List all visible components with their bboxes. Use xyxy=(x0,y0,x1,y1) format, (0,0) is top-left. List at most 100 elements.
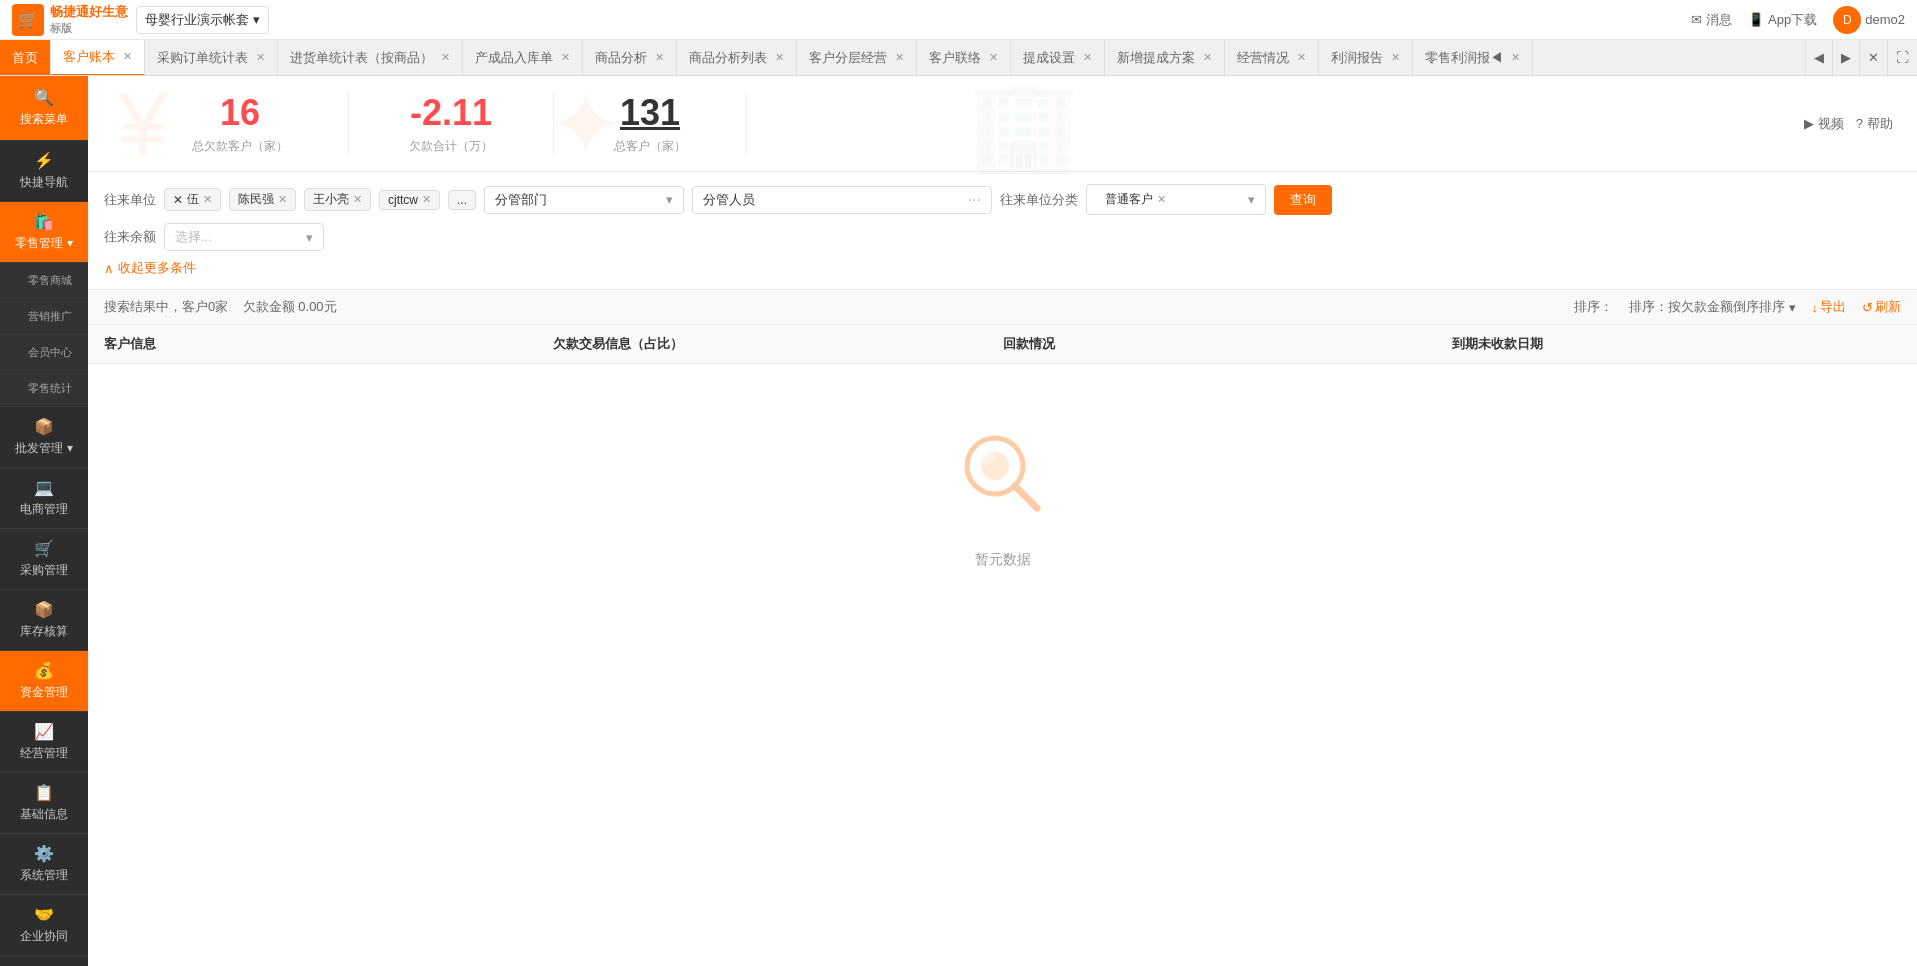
close-icon[interactable]: ✕ xyxy=(441,51,450,64)
stat-total-customers-value: 131 xyxy=(620,92,680,134)
close-icon[interactable]: ✕ xyxy=(1391,51,1400,64)
balance-filter[interactable]: 选择... ▾ xyxy=(164,223,324,251)
tab-scroll-left[interactable]: ◀ xyxy=(1805,40,1832,76)
query-button[interactable]: 查询 xyxy=(1274,185,1332,215)
close-icon[interactable]: ✕ xyxy=(655,51,664,64)
app-download-button[interactable]: 📱 App下载 xyxy=(1748,11,1817,29)
tab-scroll-right[interactable]: ▶ xyxy=(1832,40,1859,76)
sidebar-item-purchase[interactable]: 🛒 采购管理 xyxy=(0,529,88,590)
tab-profit-report[interactable]: 利润报告 ✕ xyxy=(1319,40,1413,76)
tab-customer-contact[interactable]: 客户联络 ✕ xyxy=(917,40,1011,76)
tab-nav-actions: ◀ ▶ ✕ ⛶ xyxy=(1805,40,1917,76)
tab-product-inbound[interactable]: 产成品入库单 ✕ xyxy=(463,40,583,76)
unit-filter-label: 往来单位 xyxy=(104,191,156,209)
user-avatar[interactable]: D demo2 xyxy=(1833,6,1905,34)
empty-state: 暂元数据 xyxy=(88,364,1917,629)
tab-customer-ledger[interactable]: 客户账本 ✕ xyxy=(51,40,145,76)
filter-tag-chen-label: 陈民强 xyxy=(238,191,274,208)
sidebar-item-newbie[interactable]: 🎯 新手引导 xyxy=(0,956,88,966)
unit-class-label: 往来单位分类 xyxy=(1000,191,1078,209)
sidebar-item-marketing[interactable]: 营销推广 xyxy=(0,299,88,335)
chevron-down-icon-2: ▾ xyxy=(1248,192,1255,207)
stat-debt-total-value: -2.11 xyxy=(410,92,492,134)
unit-class-filter[interactable]: 普通客户 ✕ ▾ xyxy=(1086,184,1266,215)
close-icon[interactable]: ✕ xyxy=(1511,51,1520,64)
quicknav-icon: ⚡ xyxy=(4,151,84,170)
account-dropdown[interactable]: 母婴行业演示帐套 ▾ xyxy=(136,6,269,34)
collapse-button[interactable]: ∧ 收起更多条件 xyxy=(104,259,1901,277)
filter-tag-more[interactable]: ... xyxy=(448,190,476,210)
help-button[interactable]: ? 帮助 xyxy=(1856,115,1893,133)
sidebar-item-quicknav[interactable]: ⚡ 快捷导航 xyxy=(0,141,88,202)
tab-commission-settings[interactable]: 提成设置 ✕ xyxy=(1011,40,1105,76)
top-bar-left: 🛒 畅捷通好生意 标版 母婴行业演示帐套 ▾ xyxy=(12,3,269,36)
sidebar-item-ecommerce[interactable]: 💻 电商管理 xyxy=(0,468,88,529)
sidebar-item-retail[interactable]: 🛍️ 零售管理 ▾ xyxy=(0,202,88,263)
sidebar-item-search[interactable]: 🔍 搜索菜单 xyxy=(0,76,88,141)
refresh-button[interactable]: ↺ 刷新 xyxy=(1862,298,1901,316)
sidebar-item-retail-stats[interactable]: 零售统计 xyxy=(0,371,88,407)
close-icon[interactable]: ✕ xyxy=(123,50,132,63)
tab-operations[interactable]: 经营情况 ✕ xyxy=(1225,40,1319,76)
close-icon[interactable]: ✕ xyxy=(1203,51,1212,64)
chevron-down-icon-4: ▾ xyxy=(1789,300,1796,315)
tag-close-chen-btn[interactable]: ✕ xyxy=(278,193,287,206)
empty-icon xyxy=(953,424,1053,543)
tab-close-all[interactable]: ✕ xyxy=(1859,40,1887,76)
tab-home[interactable]: 首页 xyxy=(0,40,51,76)
close-icon[interactable]: ✕ xyxy=(775,51,784,64)
video-button[interactable]: ▶ 视频 xyxy=(1804,115,1844,133)
close-icon[interactable]: ✕ xyxy=(1083,51,1092,64)
filter-tag-wang: 王小亮 ✕ xyxy=(304,188,371,211)
person-filter-dots: ··· xyxy=(968,191,981,209)
sidebar-collab-label: 企业协同 xyxy=(20,929,68,943)
sidebar-item-retail-shop[interactable]: 零售商城 xyxy=(0,263,88,299)
sidebar-item-wholesale[interactable]: 📦 批发管理 ▾ xyxy=(0,407,88,468)
tag-close-cjttcw-btn[interactable]: ✕ xyxy=(422,193,431,206)
sidebar-item-operations[interactable]: 📈 经营管理 xyxy=(0,712,88,773)
tab-purchase-order[interactable]: 采购订单统计表 ✕ xyxy=(145,40,278,76)
svg-line-1 xyxy=(1015,486,1037,508)
search-results-bar: 搜索结果中，客户0家 欠款金额 0.00元 排序： 排序：按欠款金额倒序排序 ▾… xyxy=(88,290,1917,325)
sort-button[interactable]: 排序：按欠款金额倒序排序 ▾ xyxy=(1629,298,1796,316)
col-header-customer: 客户信息 xyxy=(104,335,553,353)
tab-goods-analysis[interactable]: 商品分析 ✕ xyxy=(583,40,677,76)
close-icon[interactable]: ✕ xyxy=(1297,51,1306,64)
export-button[interactable]: ↓ 导出 xyxy=(1812,298,1847,316)
bg-icon-2: ✦ xyxy=(548,76,623,176)
sidebar-item-system[interactable]: ⚙️ 系统管理 xyxy=(0,834,88,895)
tab-customer-tier[interactable]: 客户分层经营 ✕ xyxy=(797,40,917,76)
message-button[interactable]: ✉ 消息 xyxy=(1691,11,1732,29)
sidebar-item-finance[interactable]: 💰 资金管理 xyxy=(0,651,88,712)
sidebar: 🔍 搜索菜单 ⚡ 快捷导航 🛍️ 零售管理 ▾ 零售商城 营销推广 会员中心 零… xyxy=(0,76,88,966)
tag-close-unit-class-btn[interactable]: ✕ xyxy=(1157,193,1166,206)
close-icon[interactable]: ✕ xyxy=(256,51,265,64)
stats-bar: ¥ ✦ 🏢 16 总欠款客户（家） -2.11 欠款合计（万） 131 总客户（… xyxy=(88,76,1917,172)
tag-close-icon[interactable]: ✕ xyxy=(173,193,183,207)
dept-filter[interactable]: 分管部门 ▾ xyxy=(484,186,684,214)
close-icon[interactable]: ✕ xyxy=(895,51,904,64)
person-filter[interactable]: 分管人员 ··· xyxy=(692,186,992,214)
filter-area: 往来单位 ✕ 伍 ✕ 陈民强 ✕ 王小亮 ✕ cjttcw ✕ xyxy=(88,172,1917,290)
chevron-down-icon: ▾ xyxy=(666,192,673,207)
sidebar-marketing-label: 营销推广 xyxy=(28,310,72,322)
basic-info-icon: 📋 xyxy=(4,783,84,802)
sidebar-item-inventory[interactable]: 📦 库存核算 xyxy=(0,590,88,651)
sidebar-retail-shop-label: 零售商城 xyxy=(28,274,72,286)
video-icon: ▶ xyxy=(1804,116,1814,131)
close-icon[interactable]: ✕ xyxy=(561,51,570,64)
tab-goods-analysis-list[interactable]: 商品分析列表 ✕ xyxy=(677,40,797,76)
sidebar-retail-label: 零售管理 ▾ xyxy=(15,236,72,250)
tag-close-btn[interactable]: ✕ xyxy=(203,193,212,206)
sidebar-item-members[interactable]: 会员中心 xyxy=(0,335,88,371)
sidebar-item-collab[interactable]: 🤝 企业协同 xyxy=(0,895,88,956)
close-icon[interactable]: ✕ xyxy=(989,51,998,64)
stat-total-customers-label: 总客户（家） xyxy=(614,138,686,155)
tab-retail-profit[interactable]: 零售利润报◀ ✕ xyxy=(1413,40,1533,76)
tab-maximize[interactable]: ⛶ xyxy=(1887,40,1917,76)
help-icon: ? xyxy=(1856,116,1863,131)
tag-close-wang-btn[interactable]: ✕ xyxy=(353,193,362,206)
tab-goods-stats[interactable]: 进货单统计表（按商品） ✕ xyxy=(278,40,463,76)
tab-add-commission[interactable]: 新增提成方案 ✕ xyxy=(1105,40,1225,76)
sidebar-item-basic-info[interactable]: 📋 基础信息 xyxy=(0,773,88,834)
